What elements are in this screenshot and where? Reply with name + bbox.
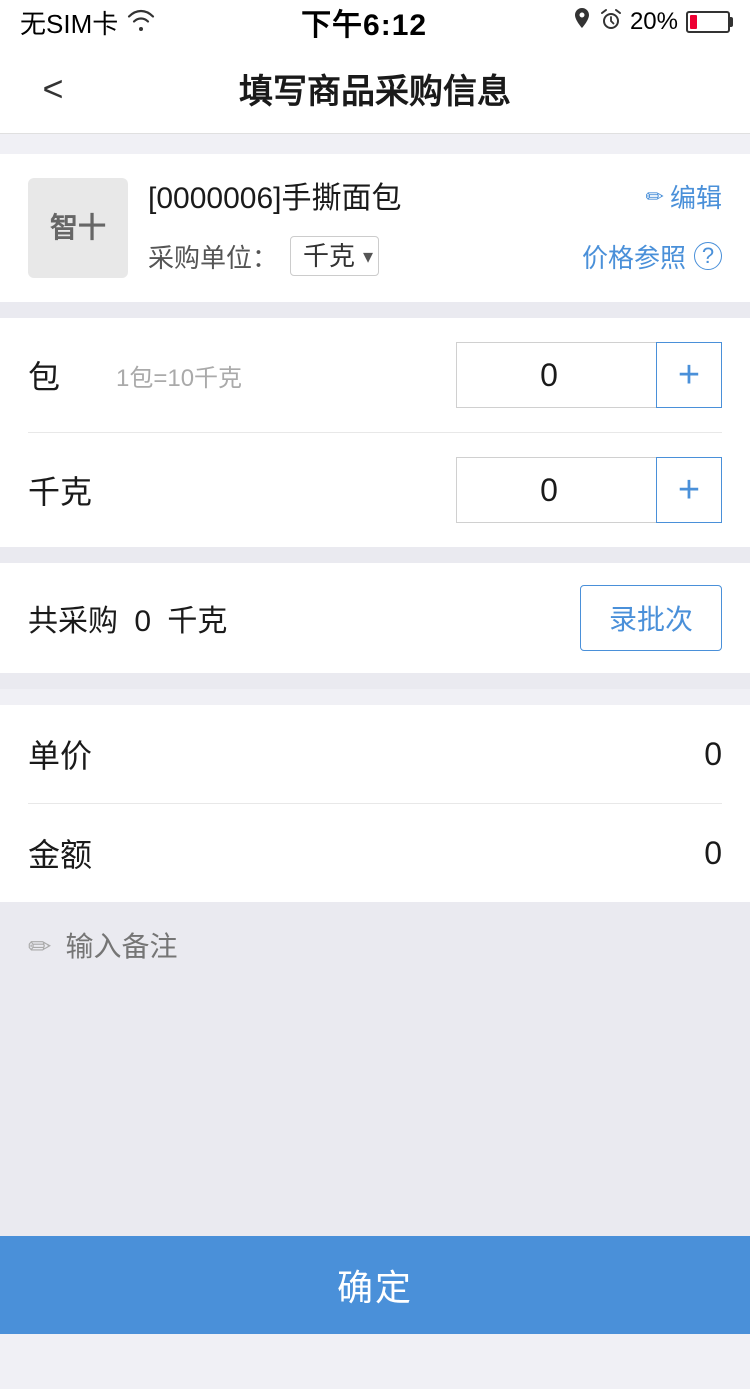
edit-link[interactable]: ✏ 编辑	[646, 178, 722, 215]
location-icon	[572, 8, 592, 37]
pencil-icon: ✏	[28, 930, 51, 963]
status-right: 20%	[572, 8, 730, 37]
battery-icon	[686, 11, 730, 33]
alarm-icon	[600, 8, 622, 37]
quantity-input-bao[interactable]	[456, 342, 656, 408]
quantity-row-bao: 包 1包=10千克 +	[0, 318, 750, 432]
total-unit: 千克	[167, 605, 227, 638]
total-text: 共采购 0 千克	[28, 596, 227, 640]
total-prefix: 共采购	[28, 605, 118, 638]
carrier-text: 无SIM卡	[20, 4, 118, 41]
status-time: 下午6:12	[301, 0, 427, 44]
edit-icon: ✏	[646, 184, 664, 210]
quantity-label-bao: 包	[28, 352, 108, 398]
quantity-plus-bao[interactable]: +	[656, 342, 722, 408]
price-row-unit: 单价 0	[0, 705, 750, 803]
price-row-amount: 金额 0	[0, 804, 750, 902]
remarks-section: ✏	[0, 902, 750, 991]
nav-bar: < 填写商品采购信息	[0, 44, 750, 134]
product-card: 智十 [0000006]手撕面包 采购单位： 千克 包 价格参照 ? ✏	[0, 154, 750, 302]
quantity-label-kg: 千克	[28, 467, 108, 513]
quantity-input-group-bao: +	[456, 342, 722, 408]
wifi-icon	[126, 7, 156, 38]
product-info: [0000006]手撕面包 采购单位： 千克 包 价格参照 ?	[148, 178, 722, 276]
logo-text: 智十	[50, 211, 106, 245]
divider-2	[0, 547, 750, 563]
price-value-unit: 0	[704, 736, 722, 773]
price-label-amount: 金额	[28, 830, 92, 876]
quantity-input-group-kg: +	[456, 457, 722, 523]
price-ref-label: 价格参照	[582, 238, 686, 275]
divider-3	[0, 673, 750, 689]
price-label-unit: 单价	[28, 731, 92, 777]
unit-select-wrapper[interactable]: 千克 包	[290, 236, 379, 276]
confirm-button[interactable]: 确定	[0, 1236, 750, 1334]
batch-button[interactable]: 录批次	[580, 585, 722, 651]
back-button[interactable]: <	[28, 64, 78, 114]
edit-label: 编辑	[670, 178, 722, 215]
help-icon: ?	[694, 242, 722, 270]
divider-1	[0, 302, 750, 318]
product-name: [0000006]手撕面包	[148, 178, 722, 220]
quantity-row-kg: 千克 +	[0, 433, 750, 547]
price-section: 单价 0 金额 0	[0, 705, 750, 902]
quantity-section: 包 1包=10千克 + 千克 +	[0, 318, 750, 547]
status-bar: 无SIM卡 下午6:12 20%	[0, 0, 750, 44]
product-logo: 智十	[28, 178, 128, 278]
price-ref-link[interactable]: 价格参照 ?	[582, 238, 722, 275]
remarks-input[interactable]	[65, 931, 722, 963]
quantity-input-kg[interactable]	[456, 457, 656, 523]
unit-label-text: 采购单位：	[148, 238, 278, 275]
quantity-plus-kg[interactable]: +	[656, 457, 722, 523]
quantity-sublabel-bao: 1包=10千克	[116, 358, 242, 393]
total-row: 共采购 0 千克 录批次	[0, 563, 750, 673]
total-value: 0	[134, 605, 151, 638]
page-title: 填写商品采购信息	[239, 64, 511, 113]
unit-select[interactable]: 千克 包	[290, 236, 379, 276]
status-carrier: 无SIM卡	[20, 4, 156, 41]
price-value-amount: 0	[704, 835, 722, 872]
battery-percent: 20%	[630, 8, 678, 36]
